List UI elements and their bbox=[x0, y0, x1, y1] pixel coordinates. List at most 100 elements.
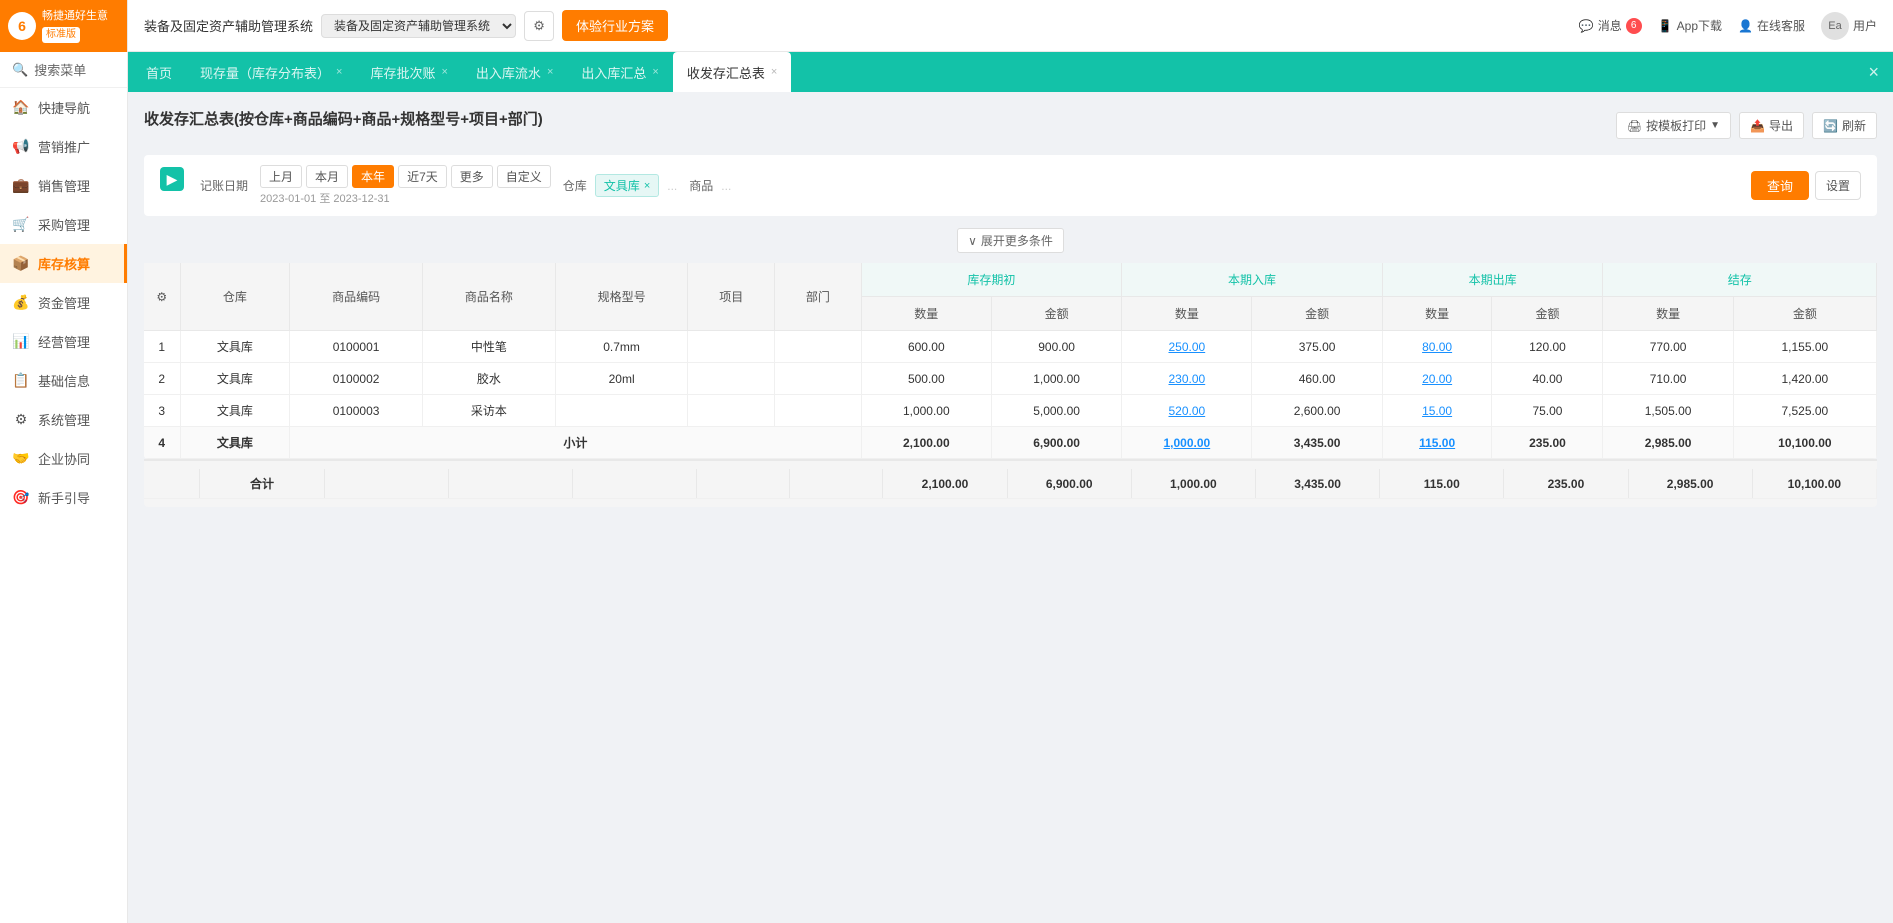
avatar-text: Ea bbox=[1828, 20, 1841, 32]
date-last-month[interactable]: 上月 bbox=[260, 165, 302, 188]
cell-no: 3 bbox=[144, 395, 180, 427]
tab-inout-summary[interactable]: 出入库汇总 × bbox=[567, 52, 672, 92]
table-settings-header[interactable]: ⚙ bbox=[144, 263, 180, 331]
system-icon: ⚙ bbox=[12, 411, 30, 429]
gear-button[interactable]: ⚙ bbox=[524, 11, 554, 41]
experience-btn[interactable]: 体验行业方案 bbox=[562, 10, 668, 41]
footer-out-amt: 235.00 bbox=[1504, 469, 1628, 499]
tab-close-icon[interactable]: × bbox=[547, 66, 553, 78]
logo-text: 畅捷通好生意 bbox=[42, 9, 108, 24]
th-opening-amt: 金额 bbox=[991, 297, 1121, 331]
app-download-btn[interactable]: 📱 App下载 bbox=[1658, 17, 1722, 34]
user-label: 用户 bbox=[1853, 17, 1877, 34]
sidebar-logo: 6 畅捷通好生意 标准版 bbox=[0, 0, 127, 52]
sidebar-item-basic-info[interactable]: 📋 基础信息 bbox=[0, 361, 127, 400]
warehouse-more[interactable]: ... bbox=[667, 179, 677, 193]
cell-in-qty[interactable]: 230.00 bbox=[1122, 363, 1252, 395]
logo-icon: 6 bbox=[8, 12, 36, 40]
tab-close-icon[interactable]: × bbox=[652, 66, 658, 78]
sidebar-item-marketing[interactable]: 📢 营销推广 bbox=[0, 127, 127, 166]
cell-dept bbox=[775, 363, 862, 395]
sidebar-item-guide[interactable]: 🎯 新手引导 bbox=[0, 478, 127, 517]
topbar-left: 装备及固定资产辅助管理系统 装备及固定资产辅助管理系统 ⚙ 体验行业方案 bbox=[144, 10, 668, 41]
subtotal-in-amt: 3,435.00 bbox=[1252, 427, 1382, 459]
date-more[interactable]: 更多 bbox=[451, 165, 493, 188]
query-btn[interactable]: 查询 bbox=[1751, 171, 1809, 200]
subtotal-out-amt: 235.00 bbox=[1492, 427, 1603, 459]
tab-close-icon[interactable]: × bbox=[336, 66, 342, 78]
refresh-btn[interactable]: 🔄 刷新 bbox=[1812, 112, 1877, 139]
user-area[interactable]: Ea 用户 bbox=[1821, 12, 1877, 40]
subtotal-out-qty[interactable]: 115.00 bbox=[1382, 427, 1492, 459]
sidebar-item-operation[interactable]: 📊 经营管理 bbox=[0, 322, 127, 361]
tab-close-icon[interactable]: × bbox=[441, 66, 447, 78]
tab-inout-flow[interactable]: 出入库流水 × bbox=[462, 52, 567, 92]
cell-out-amt: 40.00 bbox=[1492, 363, 1603, 395]
cell-closing-qty: 770.00 bbox=[1603, 331, 1733, 363]
cell-closing-qty: 1,505.00 bbox=[1603, 395, 1733, 427]
expand-btn[interactable]: ∨ 展开更多条件 bbox=[957, 228, 1064, 253]
date-this-year[interactable]: 本年 bbox=[352, 165, 394, 188]
cell-spec: 20ml bbox=[555, 363, 688, 395]
cell-closing-amt: 1,155.00 bbox=[1733, 331, 1876, 363]
subtotal-opening-amt: 6,900.00 bbox=[991, 427, 1121, 459]
cell-in-qty[interactable]: 250.00 bbox=[1122, 331, 1252, 363]
finance-icon: 💰 bbox=[12, 294, 30, 312]
export-btn[interactable]: 📤 导出 bbox=[1739, 112, 1804, 139]
topbar-right: 💬 消息 6 📱 App下载 👤 在线客服 Ea 用户 bbox=[1579, 12, 1877, 40]
cell-out-qty[interactable]: 80.00 bbox=[1382, 331, 1492, 363]
sidebar-item-inventory[interactable]: 📦 库存核算 bbox=[0, 244, 127, 283]
date-this-month[interactable]: 本月 bbox=[306, 165, 348, 188]
date-custom[interactable]: 自定义 bbox=[497, 165, 551, 188]
sidebar-item-label: 系统管理 bbox=[38, 410, 90, 429]
sidebar-item-label: 基础信息 bbox=[38, 371, 90, 390]
date-range: 2023-01-01 至 2023-12-31 bbox=[260, 190, 551, 206]
filter-bar: ▶ 记账日期 上月 本月 本年 近7天 更多 自定义 2023-01-01 至 … bbox=[144, 155, 1877, 216]
system-select[interactable]: 装备及固定资产辅助管理系统 bbox=[321, 14, 516, 38]
filter-toggle-btn[interactable]: ▶ bbox=[160, 167, 184, 191]
subtotal-label: 小计 bbox=[290, 427, 861, 459]
tab-inventory-dist[interactable]: 现存量（库存分布表） × bbox=[186, 52, 356, 92]
cell-project bbox=[688, 363, 775, 395]
goods-label: 商品 bbox=[689, 177, 713, 194]
tab-close-icon[interactable]: × bbox=[771, 66, 777, 78]
cell-out-qty[interactable]: 20.00 bbox=[1382, 363, 1492, 395]
online-service-btn[interactable]: 👤 在线客服 bbox=[1738, 17, 1805, 34]
tab-home[interactable]: 首页 bbox=[132, 52, 186, 92]
tab-inout-flow-label: 出入库流水 bbox=[476, 63, 541, 82]
cell-out-qty[interactable]: 15.00 bbox=[1382, 395, 1492, 427]
cell-in-qty[interactable]: 520.00 bbox=[1122, 395, 1252, 427]
tab-stock-summary[interactable]: 收发存汇总表 × bbox=[673, 52, 791, 92]
tab-batch[interactable]: 库存批次账 × bbox=[356, 52, 461, 92]
sidebar-item-finance[interactable]: 💰 资金管理 bbox=[0, 283, 127, 322]
cell-opening-qty: 1,000.00 bbox=[861, 395, 991, 427]
date-7days[interactable]: 近7天 bbox=[398, 165, 447, 188]
goods-filter: 商品 ... bbox=[689, 177, 731, 194]
sidebar-search[interactable]: 🔍 搜索菜单 bbox=[0, 52, 127, 88]
message-btn[interactable]: 💬 消息 6 bbox=[1579, 17, 1642, 34]
sidebar-item-enterprise[interactable]: 🤝 企业协同 bbox=[0, 439, 127, 478]
th-closing-amt: 金额 bbox=[1733, 297, 1876, 331]
subtotal-in-qty[interactable]: 1,000.00 bbox=[1122, 427, 1252, 459]
close-all-tabs[interactable]: × bbox=[1858, 62, 1889, 83]
sidebar-item-system[interactable]: ⚙ 系统管理 bbox=[0, 400, 127, 439]
table-footer: 合计 2,100.00 6,900.00 1,000.00 3,435.00 1… bbox=[144, 459, 1877, 507]
sidebar-item-purchase[interactable]: 🛒 采购管理 bbox=[0, 205, 127, 244]
print-btn[interactable]: 🖨 按模板打印 ▼ bbox=[1616, 112, 1731, 139]
cell-in-amt: 460.00 bbox=[1252, 363, 1382, 395]
sidebar-item-sales[interactable]: 💼 销售管理 bbox=[0, 166, 127, 205]
sidebar-item-quick-nav[interactable]: 🏠 快捷导航 bbox=[0, 88, 127, 127]
goods-more[interactable]: ... bbox=[721, 179, 731, 193]
sidebar-item-label: 营销推广 bbox=[38, 137, 90, 156]
cell-closing-qty: 710.00 bbox=[1603, 363, 1733, 395]
cell-closing-amt: 7,525.00 bbox=[1733, 395, 1876, 427]
th-department: 部门 bbox=[775, 263, 862, 331]
message-badge: 6 bbox=[1626, 18, 1642, 34]
subtotal-no: 4 bbox=[144, 427, 180, 459]
system-title: 装备及固定资产辅助管理系统 bbox=[144, 16, 313, 35]
warehouse-tag-close[interactable]: × bbox=[644, 180, 650, 192]
filter-row: 记账日期 上月 本月 本年 近7天 更多 自定义 2023-01-01 至 20… bbox=[200, 165, 1861, 206]
cell-closing-amt: 1,420.00 bbox=[1733, 363, 1876, 395]
cell-warehouse: 文具库 bbox=[180, 363, 290, 395]
filter-settings-btn[interactable]: 设置 bbox=[1815, 171, 1861, 200]
